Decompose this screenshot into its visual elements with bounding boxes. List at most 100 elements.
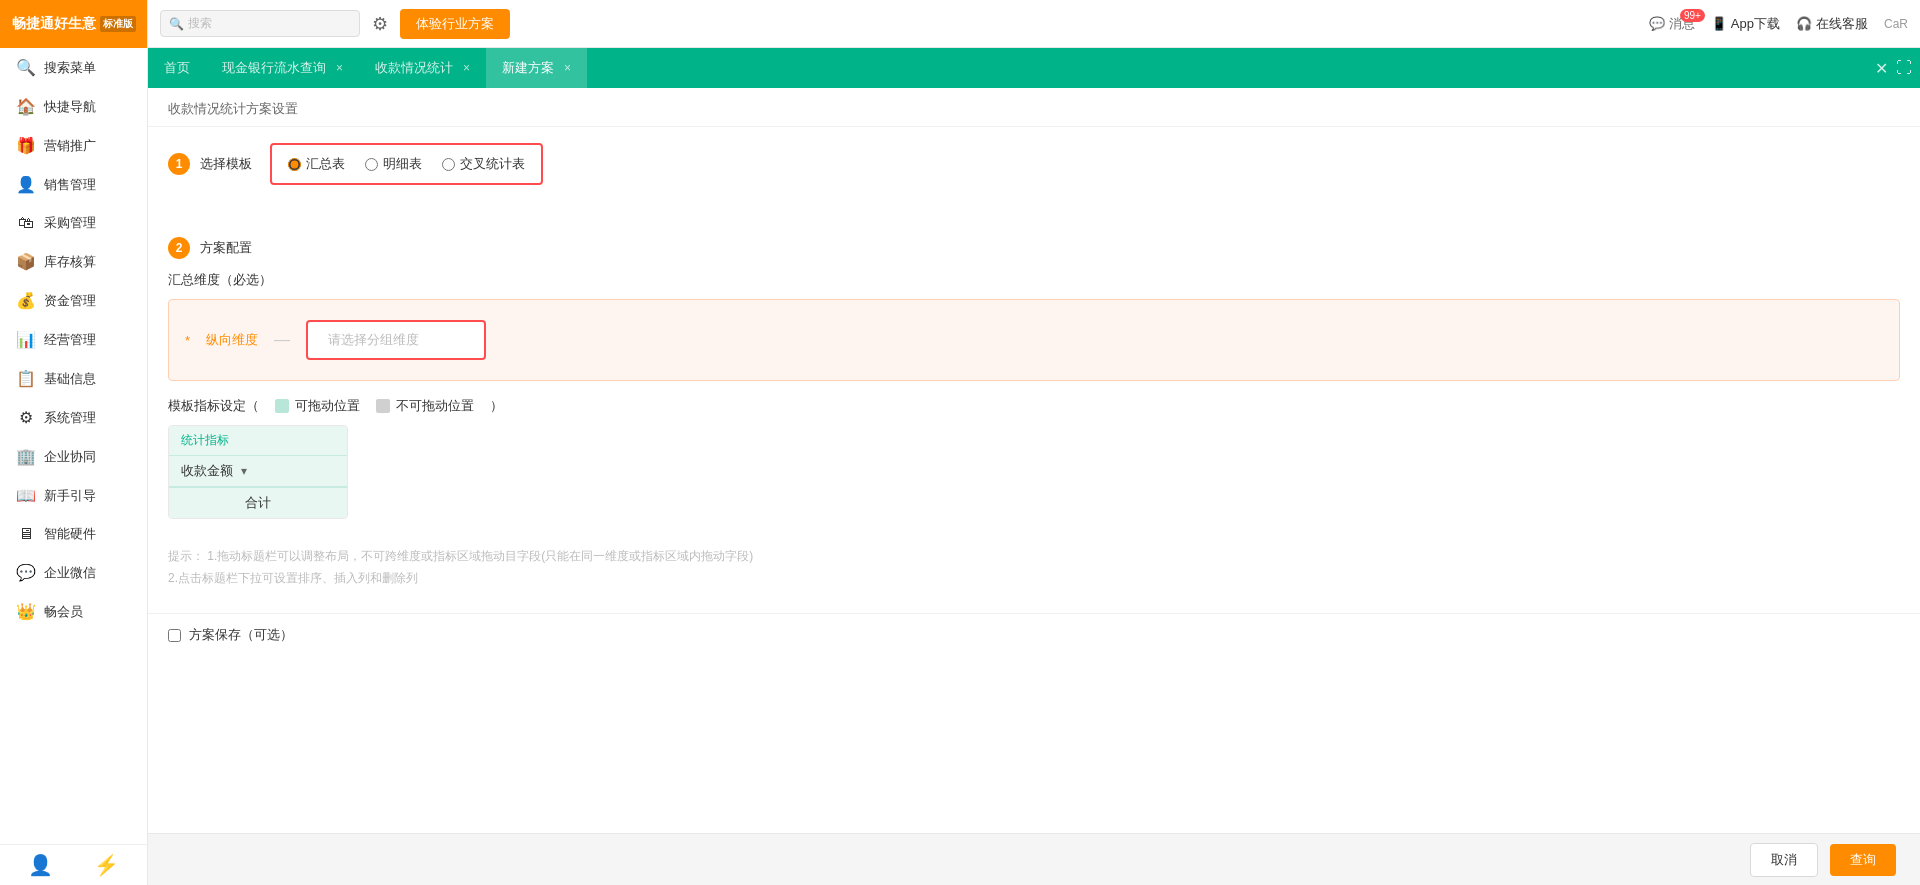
sidebar-item-label: 搜索菜单: [44, 59, 96, 77]
marketing-icon: 🎁: [16, 136, 36, 155]
content-inner: 收款情况统计方案设置 1 选择模板 汇总表 明细表: [148, 88, 1920, 833]
enterprise-icon: 🏢: [16, 447, 36, 466]
close-window-icon[interactable]: ✕: [1875, 59, 1888, 78]
topbar-right: 💬 消息 99+ 📱 App下载 🎧 在线客服 CaR: [1649, 15, 1908, 33]
tab-label: 现金银行流水查询: [222, 59, 326, 77]
sidebar-item-basic-info[interactable]: 📋基础信息: [0, 359, 147, 398]
app-download-item[interactable]: 📱 App下载: [1711, 15, 1780, 33]
sidebar-item-sales[interactable]: 👤销售管理: [0, 165, 147, 204]
sidebar-bottom: 👤 ⚡: [0, 844, 147, 885]
radio-cross-label: 交叉统计表: [460, 155, 525, 173]
sidebar-item-guide[interactable]: 📖新手引导: [0, 476, 147, 515]
sidebar-logo: 畅捷通好生意 标准版: [0, 0, 147, 48]
query-button[interactable]: 查询: [1830, 844, 1896, 876]
legend-non-draggable-label: 不可拖动位置: [396, 397, 474, 415]
sidebar-item-label: 企业协同: [44, 448, 96, 466]
radio-summary-label: 汇总表: [306, 155, 345, 173]
tab-home[interactable]: 首页: [148, 48, 206, 88]
save-checkbox[interactable]: [168, 629, 181, 642]
basic-info-icon: 📋: [16, 369, 36, 388]
wechat-icon: 💬: [16, 563, 36, 582]
sidebar-item-label: 经营管理: [44, 331, 96, 349]
indicator-row[interactable]: 收款金额 ▾: [169, 456, 347, 487]
sidebar-item-quick-nav[interactable]: 🏠 快捷导航: [0, 87, 147, 126]
indicator-section: 模板指标设定（ 可拖动位置 不可拖动位置 ） 统计指标: [168, 397, 1900, 522]
indicator-label-text: 模板指标设定（: [168, 397, 259, 415]
maximize-icon[interactable]: ⛶: [1896, 59, 1912, 77]
sidebar-item-label: 快捷导航: [44, 98, 96, 116]
dim-arrow: —: [274, 331, 290, 349]
sidebar-item-hardware[interactable]: 🖥智能硬件: [0, 515, 147, 553]
tab-new-plan[interactable]: 新建方案×: [486, 48, 587, 88]
radio-summary[interactable]: 汇总表: [288, 155, 345, 173]
notification-icon: 💬: [1649, 16, 1665, 31]
sidebar-item-member[interactable]: 👑畅会员: [0, 592, 147, 631]
footer-save: 方案保存（可选）: [148, 613, 1920, 656]
sidebar-item-label: 营销推广: [44, 137, 96, 155]
step2-header: 2 方案配置: [168, 237, 1900, 259]
sidebar: 畅捷通好生意 标准版 🔍搜索菜单🏠快捷导航🎁营销推广👤销售管理🛍采购管理📦库存核…: [0, 0, 148, 885]
radio-detail[interactable]: 明细表: [365, 155, 422, 173]
industry-button[interactable]: 体验行业方案: [400, 9, 510, 39]
online-service-item[interactable]: 🎧 在线客服: [1796, 15, 1868, 33]
user-icon[interactable]: 👤: [28, 853, 53, 877]
sidebar-item-label: 销售管理: [44, 176, 96, 194]
tips-section: 提示： 1.拖动标题栏可以调整布局，不可跨维度或指标区域拖动目字段(只能在同一维…: [168, 538, 1900, 597]
sidebar-item-label: 智能硬件: [44, 525, 96, 543]
indicator-footer: 合计: [169, 487, 347, 518]
dim-select-dropdown[interactable]: 请选择分组维度: [306, 320, 486, 360]
sidebar-item-label: 畅会员: [44, 603, 83, 621]
service-label: 在线客服: [1816, 15, 1868, 33]
quick-nav-icon: 🏠: [16, 97, 36, 116]
sidebar-item-label: 企业微信: [44, 564, 96, 582]
save-label[interactable]: 方案保存（可选）: [189, 626, 293, 644]
indicator-table: 统计指标 收款金额 ▾ 合计: [168, 425, 348, 519]
sidebar-item-enterprise[interactable]: 🏢 企业协同: [0, 437, 147, 476]
purchase-icon: 🛍: [16, 214, 36, 232]
settings-icon[interactable]: ⚙: [372, 13, 388, 35]
power-icon[interactable]: ⚡: [94, 853, 119, 877]
tab-receipt-stats[interactable]: 收款情况统计 ×: [359, 48, 486, 88]
step1-label: 选择模板: [200, 155, 252, 173]
sidebar-item-inventory[interactable]: 📦库存核算: [0, 242, 147, 281]
sidebar-item-operations[interactable]: 📊经营管理: [0, 320, 147, 359]
system-icon: ⚙: [16, 408, 36, 427]
tab-label: 收款情况统计: [375, 59, 453, 77]
vertical-dim-label: 纵向维度: [206, 331, 258, 349]
content-area: 收款情况统计方案设置 1 选择模板 汇总表 明细表: [148, 88, 1920, 833]
radio-detail-label: 明细表: [383, 155, 422, 173]
service-icon: 🎧: [1796, 16, 1812, 31]
required-mark: *: [185, 333, 190, 348]
notification-item[interactable]: 💬 消息 99+: [1649, 15, 1695, 33]
summary-dim-label: 汇总维度（必选）: [168, 271, 1900, 289]
guide-icon: 📖: [16, 486, 36, 505]
finance-icon: 💰: [16, 291, 36, 310]
tab-close-icon[interactable]: ×: [336, 61, 343, 75]
sidebar-item-system[interactable]: ⚙系统管理: [0, 398, 147, 437]
tip-line-2: 2.点击标题栏下拉可设置排序、插入列和删除列: [168, 568, 1900, 590]
main-area: 🔍 搜索 ⚙ 体验行业方案 💬 消息 99+ 📱 App下载 🎧 在线客服 Ca…: [148, 0, 1920, 885]
app-download-label: App下载: [1731, 15, 1780, 33]
sidebar-item-wechat[interactable]: 💬 企业微信: [0, 553, 147, 592]
topbar: 🔍 搜索 ⚙ 体验行业方案 💬 消息 99+ 📱 App下载 🎧 在线客服 Ca…: [148, 0, 1920, 48]
legend-draggable: 可拖动位置: [275, 397, 360, 415]
search-box[interactable]: 🔍 搜索: [160, 10, 360, 37]
chevron-down-icon[interactable]: ▾: [241, 464, 247, 478]
tab-bank-flow[interactable]: 现金银行流水查询 ×: [206, 48, 359, 88]
non-draggable-dot: [376, 399, 390, 413]
legend-draggable-label: 可拖动位置: [295, 397, 360, 415]
notification-badge: 99+: [1680, 9, 1705, 22]
sidebar-item-marketing[interactable]: 🎁 营销推广: [0, 126, 147, 165]
sidebar-item-finance[interactable]: 💰资金管理: [0, 281, 147, 320]
step1-header: 1 选择模板 汇总表 明细表 交叉统计表: [168, 143, 1900, 185]
tab-label: 首页: [164, 59, 190, 77]
sidebar-item-search-menu[interactable]: 🔍搜索菜单: [0, 48, 147, 87]
tab-close-icon[interactable]: ×: [463, 61, 470, 75]
legend-non-draggable: 不可拖动位置: [376, 397, 474, 415]
search-placeholder: 搜索: [188, 15, 212, 32]
template-options: 汇总表 明细表 交叉统计表: [270, 143, 543, 185]
cancel-button[interactable]: 取消: [1750, 843, 1818, 877]
radio-cross[interactable]: 交叉统计表: [442, 155, 525, 173]
sidebar-item-purchase[interactable]: 🛍采购管理: [0, 204, 147, 242]
tab-close-icon[interactable]: ×: [564, 61, 571, 75]
